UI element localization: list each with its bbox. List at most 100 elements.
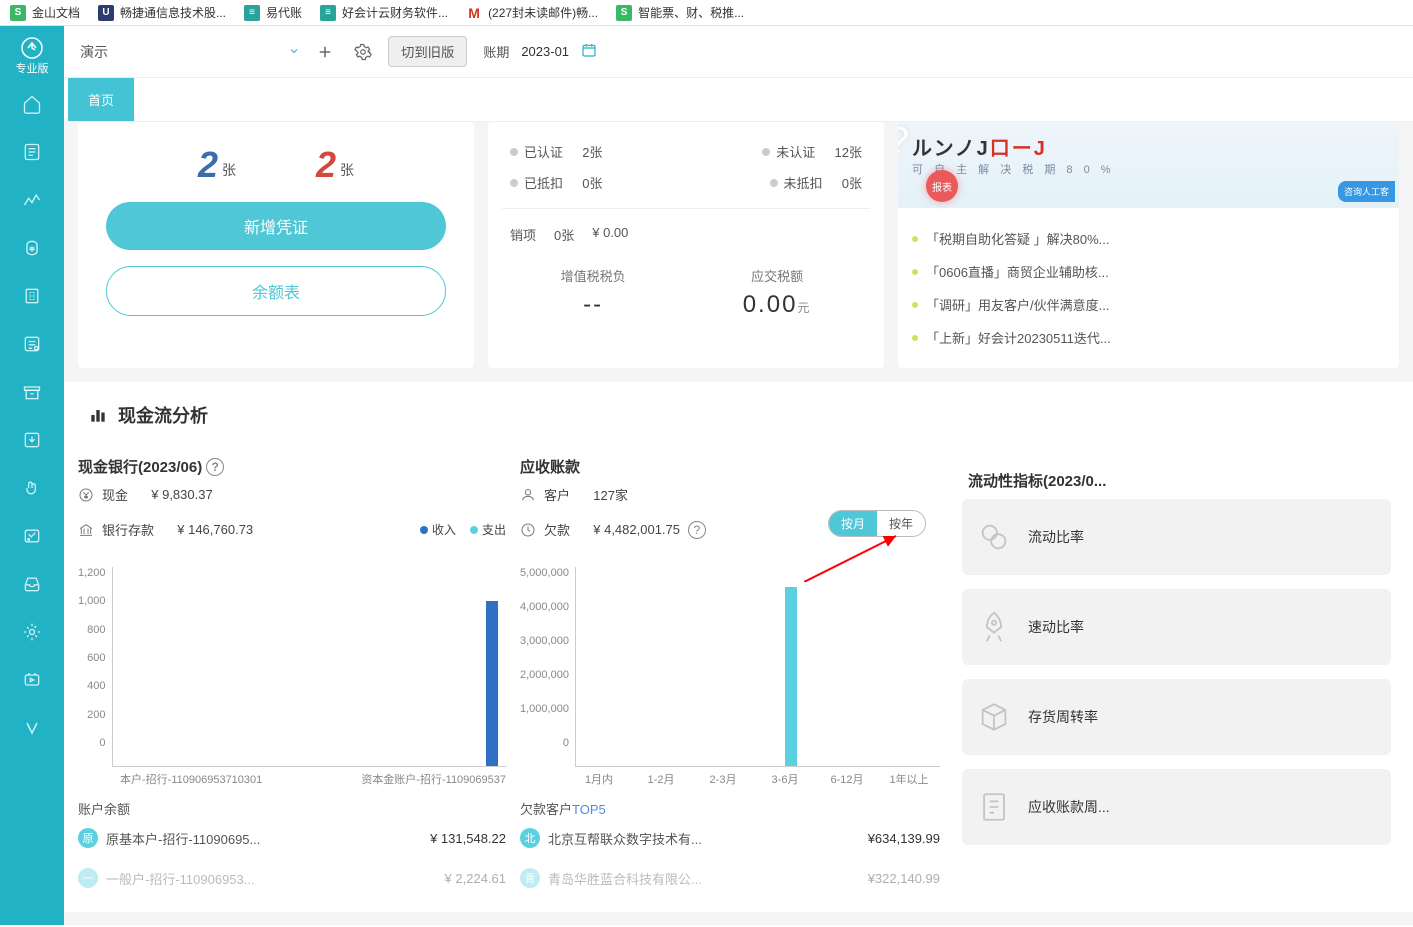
nav-video-icon[interactable]: [12, 660, 52, 700]
tab-home[interactable]: 首页: [68, 78, 134, 121]
nav-v-icon[interactable]: [12, 708, 52, 748]
topbar: 演示 切到旧版 账期 2023-01: [64, 26, 1413, 78]
chart-bar: [785, 587, 797, 766]
news-item[interactable]: 「税期自助化答疑 」解决80%...: [912, 222, 1385, 255]
bookmark-label: 智能票、财、税推...: [638, 4, 744, 21]
cash-panel-title: 现金银行(2023/06): [78, 456, 202, 477]
account-badge: 一: [78, 868, 98, 888]
x-label: 2-3月: [692, 771, 754, 787]
account-balance-title: 账户余额: [78, 787, 506, 818]
nav-report-icon[interactable]: [12, 324, 52, 364]
banner-sub: 可 自 主 解 决 税 期 8 0 %: [912, 161, 1385, 177]
bookmark-label: (227封未读邮件)畅...: [488, 4, 598, 21]
undeducted-label: 未抵扣 0张: [770, 173, 862, 192]
customer-line: 客户 127家: [520, 477, 940, 512]
gear-icon[interactable]: [350, 39, 376, 65]
x-label: 6-12月: [816, 771, 878, 787]
nav-home-icon[interactable]: [12, 84, 52, 124]
debtor-row[interactable]: 青 青岛华胜蓝合科技有限公... ¥322,140.99: [520, 858, 940, 898]
bookmark-item[interactable]: S 金山文档: [10, 4, 80, 21]
switch-version-button[interactable]: 切到旧版: [388, 36, 467, 67]
company-name: 演示: [80, 42, 108, 62]
nav-hand-icon[interactable]: [12, 468, 52, 508]
logo-label: 专业版: [16, 60, 49, 76]
liquidity-metric[interactable]: 速动比率: [962, 589, 1391, 665]
bookmark-icon: ≡: [320, 5, 336, 21]
account-row[interactable]: 原 原基本户-招行-11090695... ¥ 131,548.22: [78, 818, 506, 858]
nav-doc-icon[interactable]: [12, 132, 52, 172]
account-badge: 原: [78, 828, 98, 848]
tabs: 首页: [64, 78, 1413, 122]
liquidity-metric[interactable]: 存货周转率: [962, 679, 1391, 755]
tax-due-block: 应交税额 0.00元: [743, 266, 812, 319]
box-icon: [976, 699, 1012, 735]
cashflow-section-title: 现金流分析: [64, 382, 1413, 442]
bookmark-item[interactable]: ≡ 易代账: [244, 4, 302, 21]
period-toggle: 按月 按年: [828, 510, 926, 537]
debtor-row[interactable]: 北 北京互帮联众数字技术有... ¥634,139.99: [520, 818, 940, 858]
app-logo: 专业版: [12, 36, 52, 76]
bookmark-icon: U: [98, 5, 114, 21]
x-label: 3-6月: [754, 771, 816, 787]
content-area: 2 张 2 张 新增凭证 余额表 已认证 2张: [64, 122, 1413, 925]
x-label: 本户-招行-110906953710301: [120, 771, 262, 787]
x-label: 1月内: [568, 771, 630, 787]
cash-chart: 1,2001,0008006004002000: [78, 567, 506, 767]
nav-inbox-icon[interactable]: [12, 564, 52, 604]
period-label: 账期: [483, 42, 509, 61]
ar-panel: 应收账款 客户 127家 欠款 ¥ 4,482,001.75 ? 按月 按年: [520, 456, 940, 898]
news-item[interactable]: 「0606直播」商贸企业辅助核...: [912, 255, 1385, 288]
nav-gear-icon[interactable]: [12, 612, 52, 652]
bookmark-icon: S: [10, 5, 26, 21]
liquidity-metric[interactable]: 应收账款周...: [962, 769, 1391, 845]
calendar-icon[interactable]: [581, 42, 597, 61]
cash-line: 现金 ¥ 9,830.37: [78, 477, 506, 512]
bookmark-icon: M: [466, 5, 482, 21]
ratio-icon: [976, 519, 1012, 555]
bookmark-label: 畅捷通信息技术股...: [120, 4, 226, 21]
chart-bar: [486, 601, 498, 766]
news-item[interactable]: 「调研」用友客户/伙伴满意度...: [912, 288, 1385, 321]
nav-archive-icon[interactable]: [12, 372, 52, 412]
nav-tag-icon[interactable]: [12, 516, 52, 556]
nav-chart-icon[interactable]: [12, 180, 52, 220]
ar-chart: 5,000,0004,000,0003,000,0002,000,0001,00…: [520, 567, 940, 767]
legend-out: 支出: [482, 521, 506, 538]
news-card: ? ルンノJ口ーJ 可 自 主 解 决 税 期 8 0 % 报表 咨询人工客 「…: [898, 122, 1399, 368]
account-row[interactable]: 一 一般户-招行-110906953... ¥ 2,224.61: [78, 858, 506, 898]
x-label: 资本金账户-招行-1109069537: [361, 771, 506, 787]
bookmark-item[interactable]: M (227封未读邮件)畅...: [466, 4, 598, 21]
help-button[interactable]: 咨询人工客: [1338, 181, 1395, 202]
bookmark-label: 易代账: [266, 4, 302, 21]
help-icon[interactable]: ?: [206, 458, 224, 476]
voucher-card: 2 张 2 张 新增凭证 余额表: [78, 122, 474, 368]
nav-building-icon[interactable]: [12, 276, 52, 316]
news-banner[interactable]: ? ルンノJ口ーJ 可 自 主 解 决 税 期 8 0 % 报表 咨询人工客: [898, 122, 1399, 208]
debtor-badge: 北: [520, 828, 540, 848]
new-voucher-button[interactable]: 新增凭证: [106, 202, 446, 250]
company-select[interactable]: 演示: [80, 42, 300, 62]
deducted-label: 已抵扣 0张: [510, 173, 602, 192]
nav-money-icon[interactable]: [12, 228, 52, 268]
nav-download-icon[interactable]: [12, 420, 52, 460]
liquidity-metric[interactable]: 流动比率: [962, 499, 1391, 575]
period-value: 2023-01: [521, 44, 569, 59]
chevron-down-icon: [288, 44, 300, 60]
bookmark-item[interactable]: S 智能票、财、税推...: [616, 4, 744, 21]
report-circle-button[interactable]: 报表: [926, 170, 958, 202]
news-item[interactable]: 「上新」好会计20230511迭代...: [912, 321, 1385, 354]
sidebar: 专业版: [0, 26, 64, 925]
help-icon[interactable]: ?: [688, 521, 706, 539]
ar-title: 应收账款: [520, 456, 940, 477]
top5-title: 欠款客户TOP5: [520, 787, 940, 818]
x-label: 1年以上: [878, 771, 940, 787]
balance-sheet-button[interactable]: 余额表: [106, 266, 446, 316]
bookmark-item[interactable]: ≡ 好会计云财务软件...: [320, 4, 448, 21]
liquidity-title: 流动性指标(2023/0...: [954, 456, 1399, 499]
toggle-year[interactable]: 按年: [877, 511, 925, 536]
bookmark-item[interactable]: U 畅捷通信息技术股...: [98, 4, 226, 21]
receipt-icon: [976, 789, 1012, 825]
plus-icon[interactable]: [312, 39, 338, 65]
toggle-month[interactable]: 按月: [829, 511, 877, 536]
bookmark-label: 好会计云财务软件...: [342, 4, 448, 21]
